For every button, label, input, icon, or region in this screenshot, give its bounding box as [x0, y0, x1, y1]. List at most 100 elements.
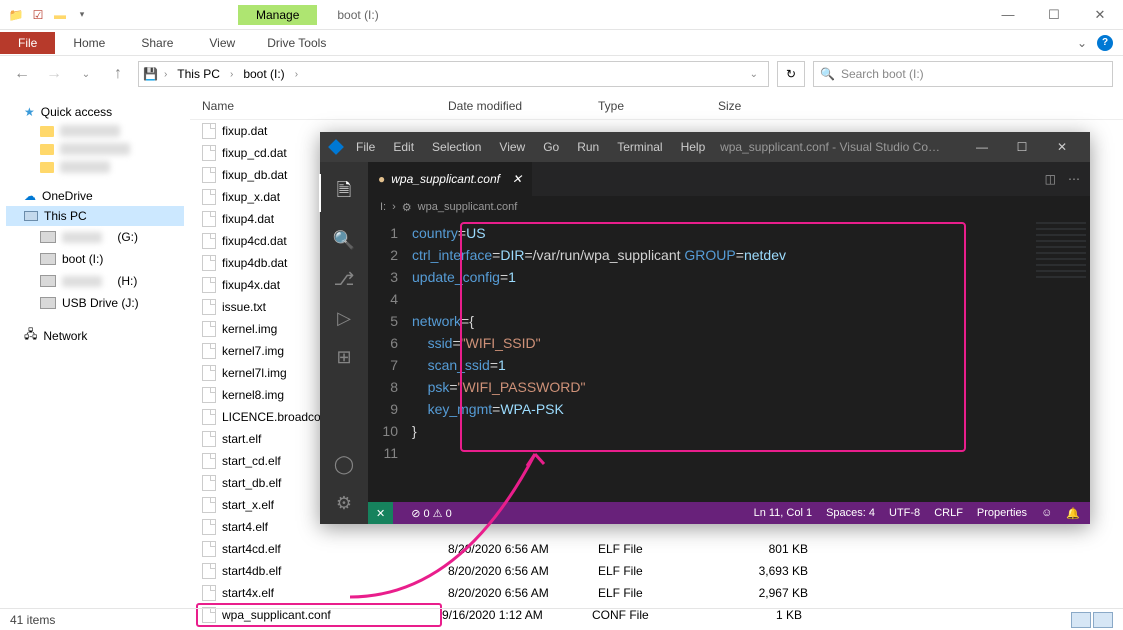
sidebar-item-onedrive[interactable]: ☁OneDrive	[6, 186, 184, 206]
sidebar-item-pinned[interactable]	[6, 122, 184, 140]
menu-edit[interactable]: Edit	[387, 140, 420, 154]
file-modified: 8/20/2020 6:56 AM	[448, 542, 598, 556]
menu-help[interactable]: Help	[675, 140, 712, 154]
indentation[interactable]: Spaces: 4	[826, 507, 875, 519]
sidebar-item-boot-i[interactable]: boot (I:)	[6, 248, 184, 270]
file-icon	[202, 365, 216, 381]
home-tab[interactable]: Home	[55, 32, 123, 54]
eol[interactable]: CRLF	[934, 507, 963, 519]
status-bar: 41 items	[0, 608, 1123, 630]
breadcrumb-current[interactable]: boot (I:)	[239, 67, 288, 81]
sidebar-item-usb-j[interactable]: USB Drive (J:)	[6, 292, 184, 314]
ribbon-tabs: File Home Share View Drive Tools ⌄ ?	[0, 30, 1123, 56]
star-icon: ★	[24, 105, 35, 119]
sidebar-item-pinned[interactable]	[6, 140, 184, 158]
close-button[interactable]: ✕	[1077, 0, 1123, 30]
remote-indicator-icon[interactable]: ✕	[368, 502, 393, 524]
sidebar-item-quick-access[interactable]: ★Quick access	[6, 102, 184, 122]
folder-icon	[40, 162, 54, 173]
search-placeholder: Search boot (I:)	[841, 67, 924, 81]
network-icon: 🖧	[24, 325, 37, 346]
problems-indicator[interactable]: ⊘ 0 ⚠ 0	[411, 507, 452, 520]
view-large-icon[interactable]	[1093, 612, 1113, 628]
col-name: Name	[202, 99, 448, 113]
settings-icon[interactable]: ⚙	[336, 493, 352, 514]
code-editor[interactable]: 1234567891011 country=USctrl_interface=D…	[368, 218, 1090, 502]
feedback-icon[interactable]: ☺	[1041, 507, 1052, 519]
menu-view[interactable]: View	[493, 140, 531, 154]
split-editor-icon[interactable]: ◫	[1045, 172, 1056, 186]
menu-file[interactable]: File	[350, 140, 381, 154]
share-tab[interactable]: Share	[123, 32, 191, 54]
qat-new-folder-icon[interactable]: 📁	[8, 7, 24, 23]
account-icon[interactable]: ◯	[334, 454, 354, 475]
sidebar-item-network[interactable]: 🖧Network	[6, 322, 184, 349]
cursor-position[interactable]: Ln 11, Col 1	[754, 507, 813, 519]
view-details-icon[interactable]	[1071, 612, 1091, 628]
file-name: kernel7l.img	[222, 366, 287, 380]
vscode-maximize-button[interactable]: ☐	[1002, 140, 1042, 154]
editor-tab-active[interactable]: ● wpa_supplicant.conf ✕	[368, 162, 532, 196]
sidebar: ★Quick access ☁OneDrive This PC (G:) boo…	[0, 92, 190, 608]
minimap[interactable]	[1036, 222, 1086, 282]
qat-properties-icon[interactable]: ☑	[30, 7, 46, 23]
file-icon	[202, 321, 216, 337]
vscode-window-title: wpa_supplicant.conf - Visual Studio Co…	[720, 140, 940, 154]
help-icon[interactable]: ?	[1097, 35, 1113, 51]
extensions-icon[interactable]: ⊞	[336, 347, 351, 368]
forward-button[interactable]: →	[42, 62, 66, 86]
file-name: start.elf	[222, 432, 261, 446]
language-mode[interactable]: Properties	[977, 507, 1027, 519]
maximize-button[interactable]: ☐	[1031, 0, 1077, 30]
menu-go[interactable]: Go	[537, 140, 565, 154]
sidebar-item-drive-g[interactable]: (G:)	[6, 226, 184, 248]
code-lines[interactable]: country=USctrl_interface=DIR=/var/run/wp…	[412, 218, 1030, 502]
up-button[interactable]: ↑	[106, 62, 130, 86]
recent-dropdown-icon[interactable]: ⌄	[74, 62, 98, 86]
drive-tools-tab[interactable]: Drive Tools	[253, 32, 340, 54]
tab-close-icon[interactable]: ✕	[512, 172, 522, 186]
run-debug-icon[interactable]: ▷	[337, 308, 351, 329]
search-input[interactable]: 🔍 Search boot (I:)	[813, 61, 1113, 87]
notifications-icon[interactable]: 🔔	[1066, 507, 1080, 520]
sidebar-item-pinned[interactable]	[6, 158, 184, 176]
back-button[interactable]: ←	[10, 62, 34, 86]
qat-dropdown-icon[interactable]: ▾	[74, 7, 90, 23]
search-icon[interactable]: 🔍	[333, 230, 355, 251]
explorer-icon[interactable]: 🗎	[319, 174, 367, 212]
file-icon	[202, 277, 216, 293]
vscode-minimize-button[interactable]: —	[962, 140, 1002, 154]
file-type: ELF File	[598, 586, 718, 600]
manage-tab[interactable]: Manage	[238, 5, 317, 25]
qat-open-folder-icon[interactable]: ▬	[52, 7, 68, 23]
source-control-icon[interactable]: ⎇	[334, 269, 355, 290]
column-headers[interactable]: Name Date modified Type Size	[190, 92, 1123, 120]
editor-area: ● wpa_supplicant.conf ✕ ◫ ⋯ I: › ⚙ wpa_s…	[368, 162, 1090, 524]
menu-selection[interactable]: Selection	[426, 140, 487, 154]
file-row[interactable]: start4x.elf8/20/2020 6:56 AMELF File2,96…	[190, 582, 1123, 604]
encoding[interactable]: UTF-8	[889, 507, 920, 519]
view-tab[interactable]: View	[191, 32, 253, 54]
vscode-logo-icon	[328, 139, 344, 155]
sidebar-item-drive-h[interactable]: (H:)	[6, 270, 184, 292]
more-actions-icon[interactable]: ⋯	[1068, 172, 1080, 186]
minimize-button[interactable]: —	[985, 0, 1031, 30]
menu-run[interactable]: Run	[571, 140, 605, 154]
vscode-close-button[interactable]: ✕	[1042, 140, 1082, 154]
address-dropdown-icon[interactable]: ⌄	[744, 69, 764, 80]
refresh-button[interactable]: ↻	[777, 61, 805, 87]
breadcrumb-root[interactable]: This PC	[173, 67, 224, 81]
file-row[interactable]: start4cd.elf8/20/2020 6:56 AMELF File801…	[190, 538, 1123, 560]
vscode-title-bar[interactable]: File Edit Selection View Go Run Terminal…	[320, 132, 1090, 162]
file-icon	[202, 167, 216, 183]
address-bar[interactable]: 💾 › This PC › boot (I:) › ⌄	[138, 61, 769, 87]
menu-terminal[interactable]: Terminal	[611, 140, 668, 154]
breadcrumb-bar[interactable]: I: › ⚙ wpa_supplicant.conf	[368, 196, 1090, 218]
file-name: start_x.elf	[222, 498, 274, 512]
file-tab[interactable]: File	[0, 32, 55, 54]
vscode-window: File Edit Selection View Go Run Terminal…	[320, 132, 1090, 524]
ribbon-expand-icon[interactable]: ⌄	[1077, 36, 1097, 50]
file-row[interactable]: start4db.elf8/20/2020 6:56 AMELF File3,6…	[190, 560, 1123, 582]
file-name: fixup4.dat	[222, 212, 274, 226]
sidebar-item-this-pc[interactable]: This PC	[6, 206, 184, 226]
